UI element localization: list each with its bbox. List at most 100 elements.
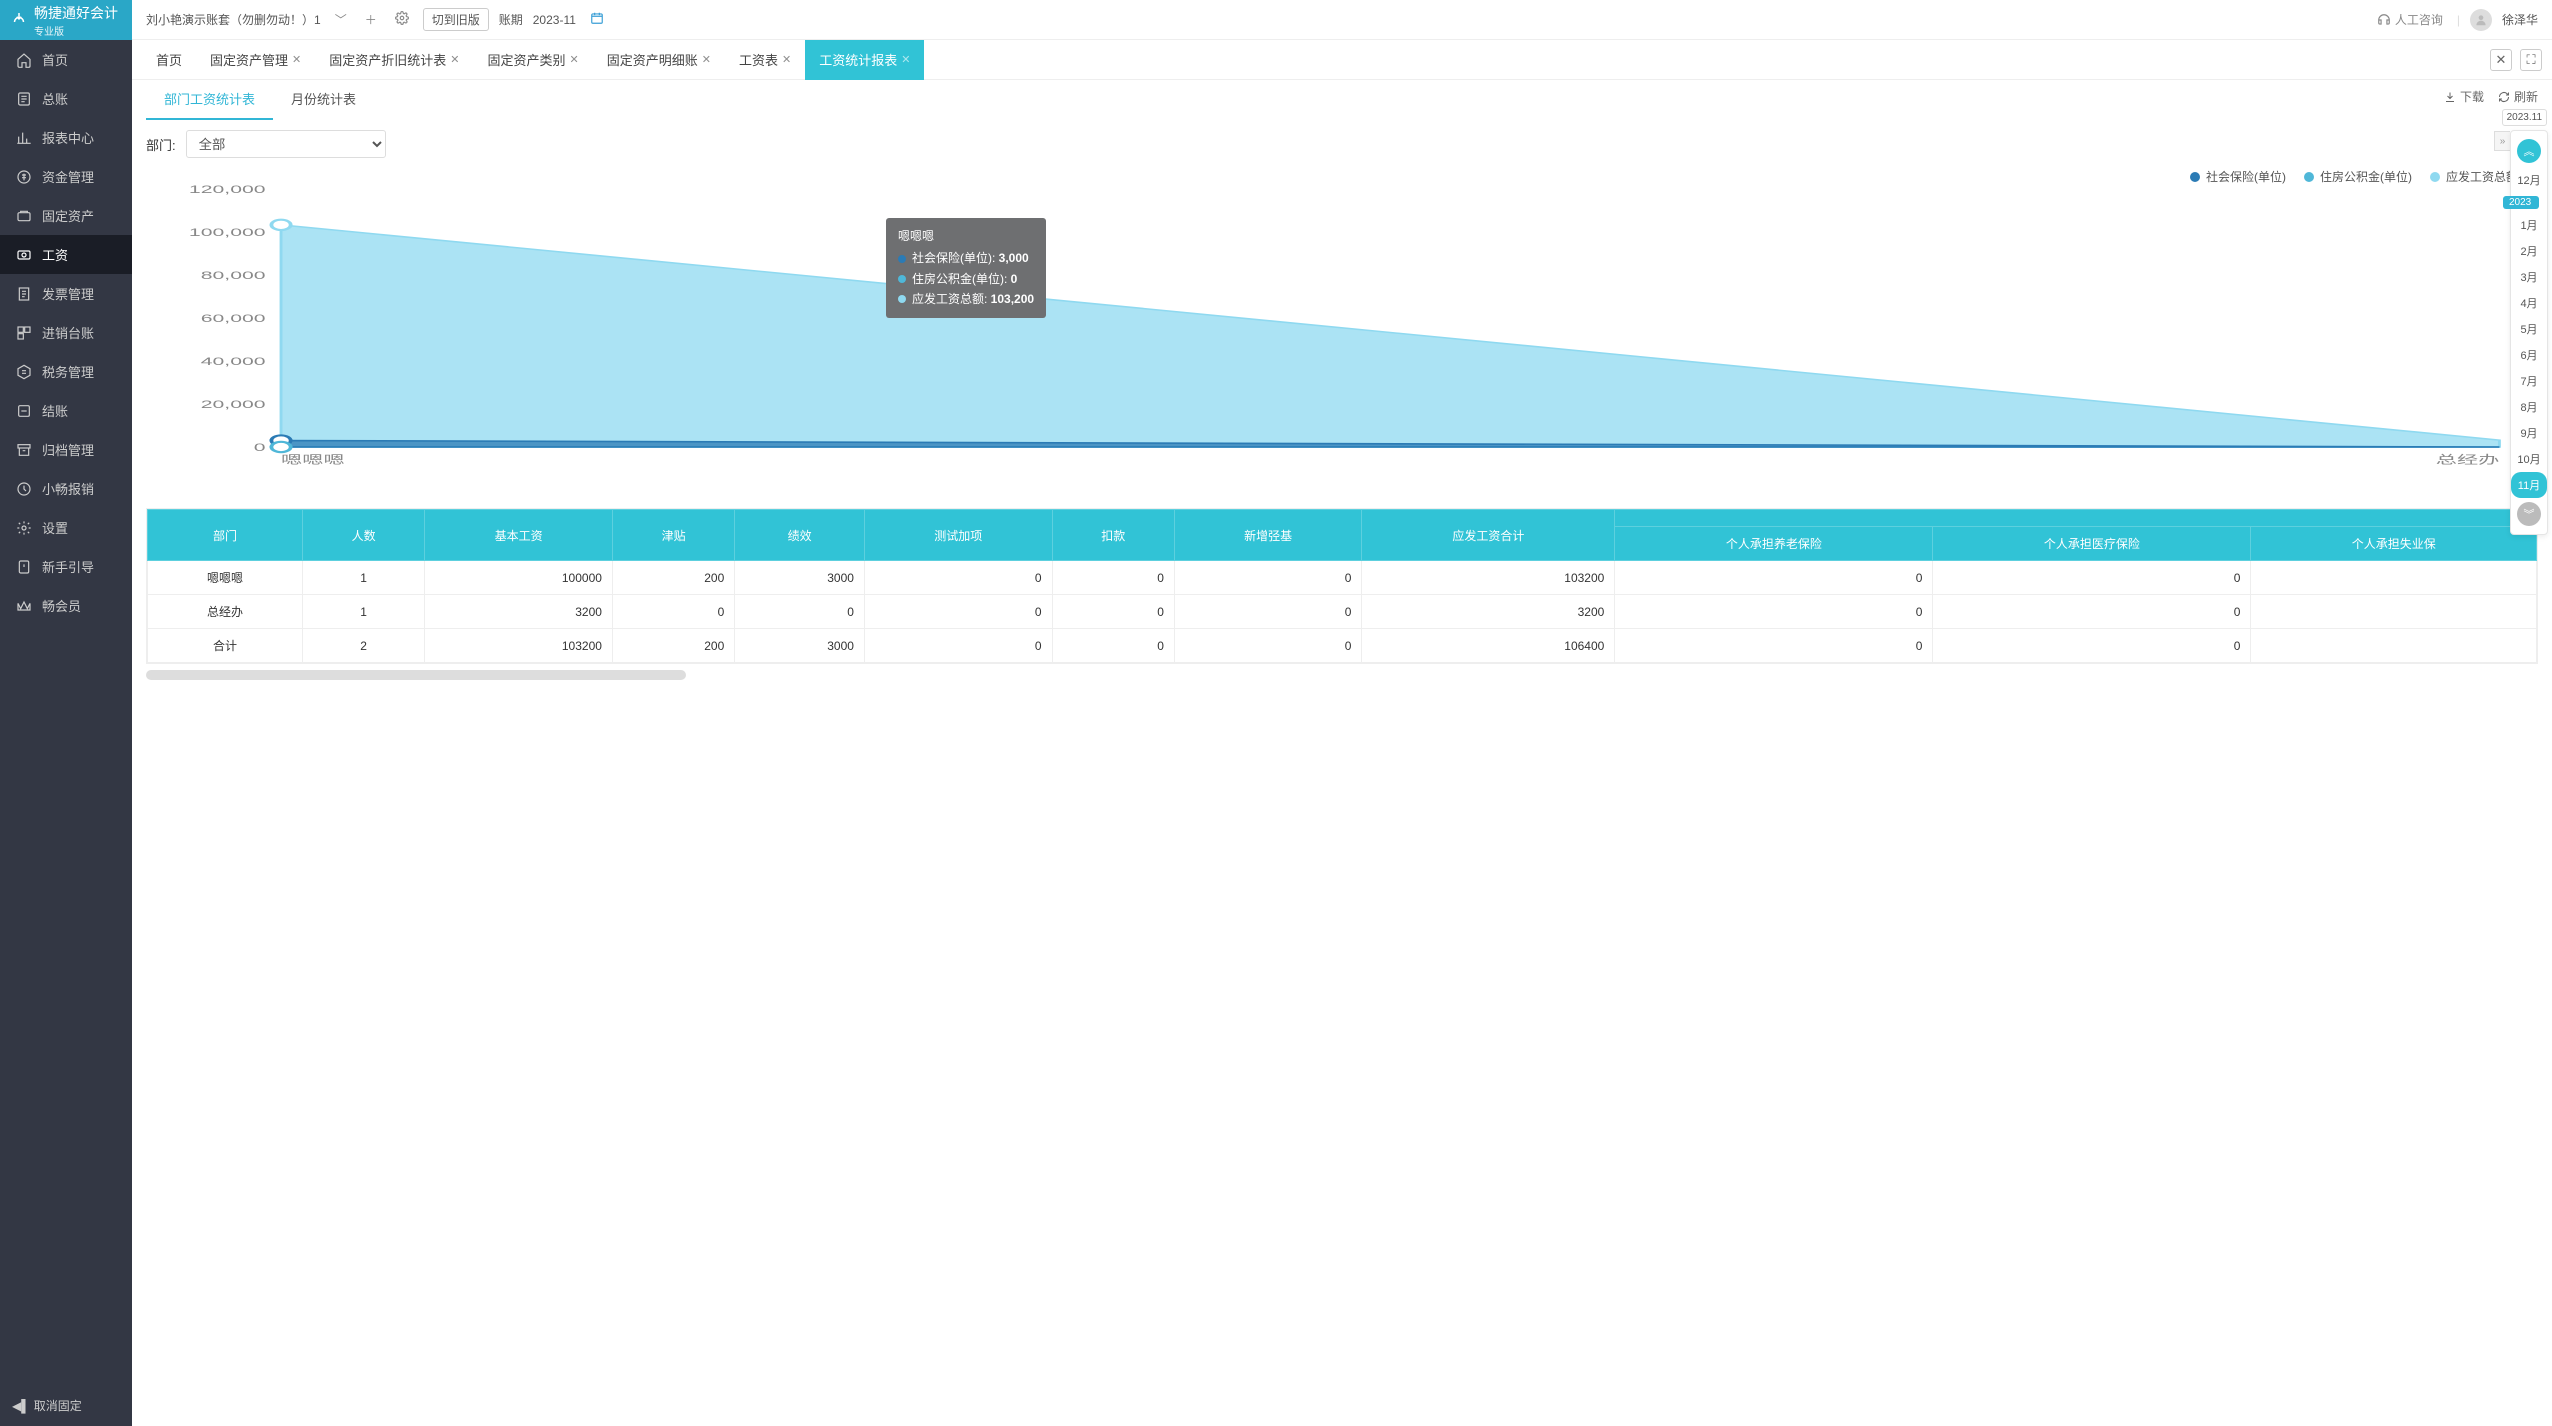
sidebar-item-expense[interactable]: 小畅报销 — [0, 469, 132, 508]
chart-canvas: 020,00040,00060,00080,000100,000120,000嗯… — [146, 168, 2538, 478]
period-month[interactable]: 5月 — [2511, 316, 2547, 342]
brand-name: 畅捷通好会计 — [34, 3, 118, 23]
download-button[interactable]: 下载 — [2444, 88, 2484, 105]
period-month[interactable]: 11月 — [2511, 472, 2547, 498]
period-month[interactable]: 1月 — [2511, 212, 2547, 238]
account-dropdown-icon[interactable]: ﹀ — [331, 9, 351, 30]
legend-item[interactable]: 住房公积金(单位) — [2304, 168, 2412, 185]
tab-固定资产折旧统计表[interactable]: 固定资产折旧统计表✕ — [315, 40, 473, 80]
invoice-icon — [16, 286, 32, 302]
salary-table[interactable]: 部门人数基本工资津贴绩效测试加项扣款新增弪基应发工资合计个人承担养老保险个人承担… — [146, 508, 2538, 664]
tab-首页[interactable]: 首页 — [142, 40, 196, 80]
col-header: 人数 — [302, 510, 424, 561]
col-header: 部门 — [148, 510, 303, 561]
support-button[interactable]: 人工咨询 — [2373, 9, 2447, 30]
refresh-button[interactable]: 刷新 — [2498, 88, 2538, 105]
svg-text:总经办: 总经办 — [2436, 454, 2500, 467]
settings-icon — [16, 520, 32, 536]
brand-edition: 专业版 — [34, 23, 118, 38]
account-name[interactable]: 刘小艳演示账套（勿删勿动！）1 — [146, 11, 321, 28]
sidebar-item-invoice[interactable]: 发票管理 — [0, 274, 132, 313]
chart-icon — [16, 130, 32, 146]
sidebar-item-settings[interactable]: 设置 — [0, 508, 132, 547]
period-value[interactable]: 2023-11 — [533, 13, 576, 27]
table-row[interactable]: 合计2103200200300000010640000 — [148, 629, 2537, 663]
close-icon[interactable]: ✕ — [292, 53, 301, 66]
sidebar-unpin[interactable]: ◀▌ 取消固定 — [0, 1385, 132, 1426]
add-account-icon[interactable]: ＋ — [361, 9, 381, 30]
svg-text:嗯嗯嗯: 嗯嗯嗯 — [281, 454, 345, 467]
subtab-bar: 部门工资统计表月份统计表 下载 刷新 — [146, 80, 2538, 120]
year-badge: 2023 — [2503, 196, 2539, 209]
username[interactable]: 徐泽华 — [2502, 11, 2538, 28]
period-month[interactable]: 4月 — [2511, 290, 2547, 316]
sidebar-item-archive[interactable]: 归档管理 — [0, 430, 132, 469]
user-avatar-icon[interactable] — [2470, 9, 2492, 31]
period-month[interactable]: 12月 — [2511, 167, 2547, 193]
sidebar: 畅捷通好会计 专业版 首页总账报表中心资金管理固定资产工资发票管理进销台账税务管… — [0, 0, 132, 1426]
close-icon[interactable]: ✕ — [570, 53, 579, 66]
period-month[interactable]: 3月 — [2511, 264, 2547, 290]
filter-dept-label: 部门: — [146, 135, 176, 154]
period-month[interactable]: 8月 — [2511, 394, 2547, 420]
tab-固定资产明细账[interactable]: 固定资产明细账✕ — [593, 40, 725, 80]
subtab-月份统计表[interactable]: 月份统计表 — [273, 80, 374, 120]
switch-old-version-button[interactable]: 切到旧版 — [423, 8, 489, 31]
expense-icon — [16, 481, 32, 497]
unpin-icon: ◀▌ — [12, 1399, 30, 1413]
sidebar-item-guide[interactable]: 新手引导 — [0, 547, 132, 586]
close-icon[interactable]: ✕ — [782, 53, 791, 66]
close-tab-button[interactable]: ✕ — [2490, 49, 2512, 71]
account-settings-icon[interactable] — [391, 9, 413, 30]
chart-tooltip: 嗯嗯嗯 社会保险(单位): 3,000住房公积金(单位): 0应发工资总额: 1… — [886, 218, 1046, 318]
tax-icon — [16, 364, 32, 380]
period-down-button[interactable]: ︾ — [2517, 502, 2541, 526]
tab-工资表[interactable]: 工资表✕ — [725, 40, 805, 80]
sidebar-item-chart[interactable]: 报表中心 — [0, 118, 132, 157]
horizontal-scrollbar[interactable] — [146, 670, 686, 680]
period-month[interactable]: 7月 — [2511, 368, 2547, 394]
close-icon[interactable]: ✕ — [702, 53, 711, 66]
tab-固定资产管理[interactable]: 固定资产管理✕ — [196, 40, 315, 80]
fullscreen-button[interactable]: ⛶ — [2520, 49, 2542, 71]
table-row[interactable]: 嗯嗯嗯1100000200300000010320000 — [148, 561, 2537, 595]
period-panel-head: 2023.11 — [2502, 109, 2547, 126]
tabbar: 首页固定资产管理✕固定资产折旧统计表✕固定资产类别✕固定资产明细账✕工资表✕工资… — [132, 40, 2552, 80]
period-month[interactable]: 9月 — [2511, 420, 2547, 446]
tab-固定资产类别[interactable]: 固定资产类别✕ — [473, 40, 592, 80]
close-icon[interactable]: ✕ — [901, 53, 910, 66]
table-row[interactable]: 总经办1320000000320000 — [148, 595, 2537, 629]
svg-text:0: 0 — [254, 441, 266, 454]
svg-text:60,000: 60,000 — [201, 312, 266, 325]
calendar-icon[interactable] — [586, 9, 608, 30]
svg-text:120,000: 120,000 — [189, 183, 266, 196]
sidebar-item-money[interactable]: 资金管理 — [0, 157, 132, 196]
sidebar-item-ledger[interactable]: 总账 — [0, 79, 132, 118]
period-month[interactable]: 6月 — [2511, 342, 2547, 368]
subtab-部门工资统计表[interactable]: 部门工资统计表 — [146, 80, 273, 120]
legend-item[interactable]: 社会保险(单位) — [2190, 168, 2286, 185]
sidebar-item-asset[interactable]: 固定资产 — [0, 196, 132, 235]
archive-icon — [16, 442, 32, 458]
tab-工资统计报表[interactable]: 工资统计报表✕ — [805, 40, 924, 80]
col-header: 基本工资 — [425, 510, 613, 561]
legend-dot-icon — [2430, 172, 2440, 182]
period-up-button[interactable]: ︽ — [2517, 139, 2541, 163]
sidebar-item-vip[interactable]: 畅会员 — [0, 586, 132, 625]
sidebar-item-stock[interactable]: 进销台账 — [0, 313, 132, 352]
sidebar-item-tax[interactable]: 税务管理 — [0, 352, 132, 391]
period-panel-collapse[interactable]: » — [2494, 131, 2510, 151]
close-icon[interactable]: ✕ — [450, 53, 459, 66]
sidebar-item-home[interactable]: 首页 — [0, 40, 132, 79]
period-panel: 2023.11 ︽ 12月20231月2月3月4月5月6月7月8月9月10月11… — [2510, 130, 2548, 535]
legend-item[interactable]: 应发工资总额 — [2430, 168, 2518, 185]
period-month[interactable]: 2月 — [2511, 238, 2547, 264]
period-month[interactable]: 10月 — [2511, 446, 2547, 472]
asset-icon — [16, 208, 32, 224]
sidebar-item-salary[interactable]: 工资 — [0, 235, 132, 274]
sidebar-item-close[interactable]: 结账 — [0, 391, 132, 430]
filter-dept-select[interactable]: 全部 — [186, 130, 386, 158]
col-header: 应发工资合计 — [1362, 510, 1615, 561]
svg-text:80,000: 80,000 — [201, 269, 266, 282]
col-header: 个人承担医疗保险 — [1933, 527, 2251, 561]
